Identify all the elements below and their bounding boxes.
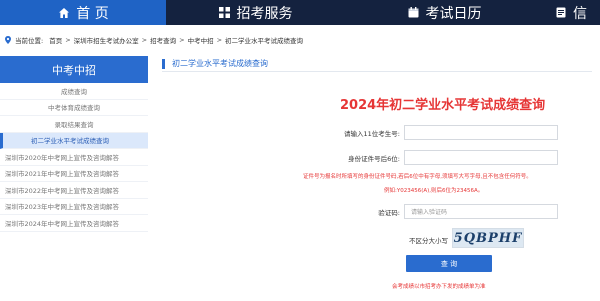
location-pin-icon [5, 36, 11, 44]
calendar-icon [407, 6, 421, 20]
breadcrumb-prefix: 当前位置: [15, 37, 44, 45]
breadcrumb-item-current[interactable]: 初二学业水平考试成绩查询 [225, 35, 303, 45]
submit-button[interactable]: 查 询 [406, 255, 492, 272]
nav-services-label: 招考服务 [236, 5, 293, 22]
nav-more-label: 信 [573, 5, 587, 22]
sidebar-item-2020-qa[interactable]: 深圳市2020年中考网上宣传及咨询解答 [0, 149, 148, 166]
breadcrumb: 当前位置: 首页 > 深圳市招生考试办公室 > 招考查询 > 中考中招 > 初二… [4, 33, 303, 47]
id-example-note: 例如:Y023456(A),则后6位为23456A。 [384, 188, 484, 194]
breadcrumb-separator: > [141, 36, 148, 44]
nav-more[interactable]: 信 [544, 0, 600, 25]
captcha-image[interactable]: 5QBPHF [452, 228, 524, 248]
sidebar-item-admission[interactable]: 录取结果查询 [0, 116, 148, 133]
section-heading-marker [162, 59, 165, 69]
sidebar-item-2022-qa[interactable]: 深圳市2022年中考网上宣传及咨询解答 [0, 182, 148, 199]
top-nav: 首 页 招考服务 考试日历 信 [0, 0, 600, 25]
sidebar-item-score-query[interactable]: 成绩查询 [0, 83, 148, 100]
breadcrumb-separator: > [179, 36, 185, 44]
sidebar-item-2023-qa[interactable]: 深圳市2023年中考网上宣传及咨询解答 [0, 199, 148, 215]
sidebar-item-grade8-score[interactable]: 初二学业水平考试成绩查询 [0, 132, 148, 149]
sidebar-item-pe-score[interactable]: 中考体育成绩查询 [0, 100, 148, 116]
case-insensitive-hint: 不区分大小写 [409, 237, 448, 245]
sidebar-title: 中考中招 [0, 56, 148, 83]
exam-number-label: 请输入11位考生号: [344, 130, 400, 138]
grid-icon [218, 6, 232, 20]
sidebar-item-2024-qa[interactable]: 深圳市2024年中考网上宣传及咨询解答 [0, 215, 148, 232]
breadcrumb-separator: > [65, 36, 71, 44]
breadcrumb-item-home[interactable]: 首页 [49, 35, 62, 45]
document-icon [554, 6, 568, 20]
sidebar-item-2021-qa[interactable]: 深圳市2021年中考网上宣传及咨询解答 [0, 166, 148, 182]
nav-home-label: 首 页 [76, 5, 109, 22]
breadcrumb-item-zhongkao[interactable]: 中考中招 [188, 35, 214, 45]
nav-services[interactable]: 招考服务 [166, 0, 344, 25]
captcha-label: 验证码: [378, 209, 400, 217]
id-format-note: 证件号为报名时所填写的身份证件号码,若后6位中有字母,须填写大写字母,且不包含任… [303, 174, 532, 180]
breadcrumb-item-query[interactable]: 招考查询 [150, 35, 176, 45]
id-number-label: 身份证件号后6位: [348, 155, 400, 163]
captcha-text: 5QBPHF [453, 230, 523, 246]
footnote: 会考成绩以市招考办下发的成绩单为准 [392, 284, 486, 290]
breadcrumb-item-office[interactable]: 深圳市招生考试办公室 [74, 35, 139, 45]
section-title: 初二学业水平考试成绩查询 [172, 59, 268, 68]
nav-home[interactable]: 首 页 [0, 0, 166, 25]
captcha-input[interactable]: 请输入验证码 [404, 204, 558, 219]
section-heading: 初二学业水平考试成绩查询 [162, 58, 592, 72]
id-number-input[interactable] [404, 150, 558, 165]
sidebar: 中考中招 成绩查询 中考体育成绩查询 录取结果查询 初二学业水平考试成绩查询 深… [0, 56, 148, 266]
exam-number-input[interactable] [404, 125, 558, 140]
home-icon [57, 6, 71, 20]
nav-calendar[interactable]: 考试日历 [344, 0, 544, 25]
form-title: 2024年初二学业水平考试成绩查询 [340, 98, 546, 113]
breadcrumb-separator: > [216, 36, 223, 44]
nav-calendar-label: 考试日历 [425, 5, 482, 22]
